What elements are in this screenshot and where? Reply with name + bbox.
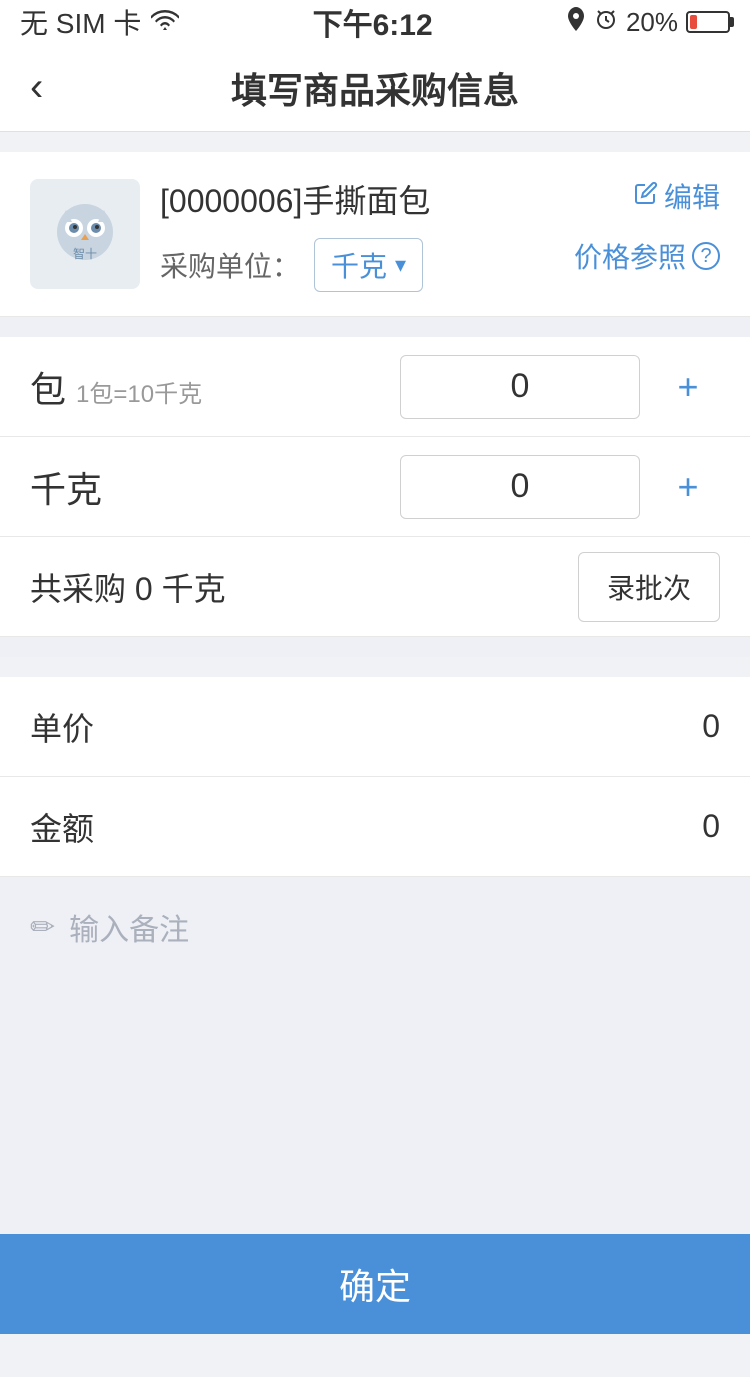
bao-label: 包 [30, 361, 66, 413]
edit-label: 编辑 [664, 176, 720, 216]
unit-arrow-icon: ▾ [395, 252, 406, 278]
signal-text: 无 SIM 卡 [20, 2, 141, 42]
product-image: 智十 [30, 179, 140, 289]
confirm-button[interactable]: 确定 [0, 1234, 750, 1334]
svg-text:智十: 智十 [73, 246, 97, 261]
product-card: 智十 [0000006]手撕面包 采购单位： 千克 ▾ [0, 152, 750, 317]
content-area [0, 977, 750, 1277]
amount-value: 0 [702, 808, 720, 845]
record-batch-button[interactable]: 录批次 [578, 552, 720, 622]
bao-plus-button[interactable]: + [656, 355, 720, 419]
unit-label: 采购单位： [160, 245, 300, 285]
battery-icon [686, 11, 730, 33]
kg-label: 千克 [30, 461, 102, 513]
product-name: [0000006]手撕面包 [160, 176, 554, 222]
summary-row: 共采购 0 千克 录批次 [0, 537, 750, 637]
kg-plus-button[interactable]: + [656, 455, 720, 519]
section-divider-2 [0, 637, 750, 657]
summary-text: 共采购 0 千克 [30, 564, 226, 610]
bao-input-row: 包 1包=10千克 + [0, 337, 750, 437]
unit-price-row: 单价 0 [0, 677, 750, 777]
location-icon [566, 7, 586, 38]
price-ref-button[interactable]: 价格参照 ? [574, 236, 720, 276]
product-unit-row: 采购单位： 千克 ▾ [160, 238, 554, 292]
remark-placeholder: 输入备注 [69, 905, 189, 949]
alarm-icon [594, 7, 618, 38]
edit-button[interactable]: 编辑 [634, 176, 720, 216]
amount-label: 金额 [30, 804, 94, 850]
status-left: 无 SIM 卡 [20, 2, 179, 42]
status-right: 20% [566, 7, 730, 38]
input-section: 包 1包=10千克 + 千克 + 共采购 0 千克 录批次 [0, 337, 750, 637]
unit-price-value: 0 [702, 708, 720, 745]
edit-icon [634, 180, 658, 212]
price-ref-label: 价格参照 [574, 236, 686, 276]
status-bar: 无 SIM 卡 下午6:12 [0, 0, 750, 44]
unit-value: 千克 [331, 245, 387, 285]
help-icon: ? [692, 242, 720, 270]
bao-input[interactable] [400, 355, 640, 419]
status-time: 下午6:12 [313, 0, 433, 44]
product-actions: 编辑 价格参照 ? [574, 176, 720, 276]
kg-input-row: 千克 + [0, 437, 750, 537]
pencil-icon: ✏ [30, 910, 55, 945]
wifi-icon [151, 6, 179, 38]
product-logo: 智十 [50, 194, 120, 274]
battery-percent: 20% [626, 7, 678, 38]
nav-bar: ‹ 填写商品采购信息 [0, 44, 750, 132]
page-title: 填写商品采购信息 [231, 62, 519, 114]
section-divider-1 [0, 317, 750, 337]
product-info: [0000006]手撕面包 采购单位： 千克 ▾ [160, 176, 554, 292]
back-button[interactable]: ‹ [30, 65, 43, 110]
kg-input[interactable] [400, 455, 640, 519]
unit-price-label: 单价 [30, 704, 94, 750]
bao-sub-label: 1包=10千克 [76, 374, 202, 409]
amount-row: 金额 0 [0, 777, 750, 877]
price-section: 单价 0 金额 0 [0, 677, 750, 877]
unit-selector[interactable]: 千克 ▾ [314, 238, 423, 292]
remark-section[interactable]: ✏ 输入备注 [0, 877, 750, 977]
